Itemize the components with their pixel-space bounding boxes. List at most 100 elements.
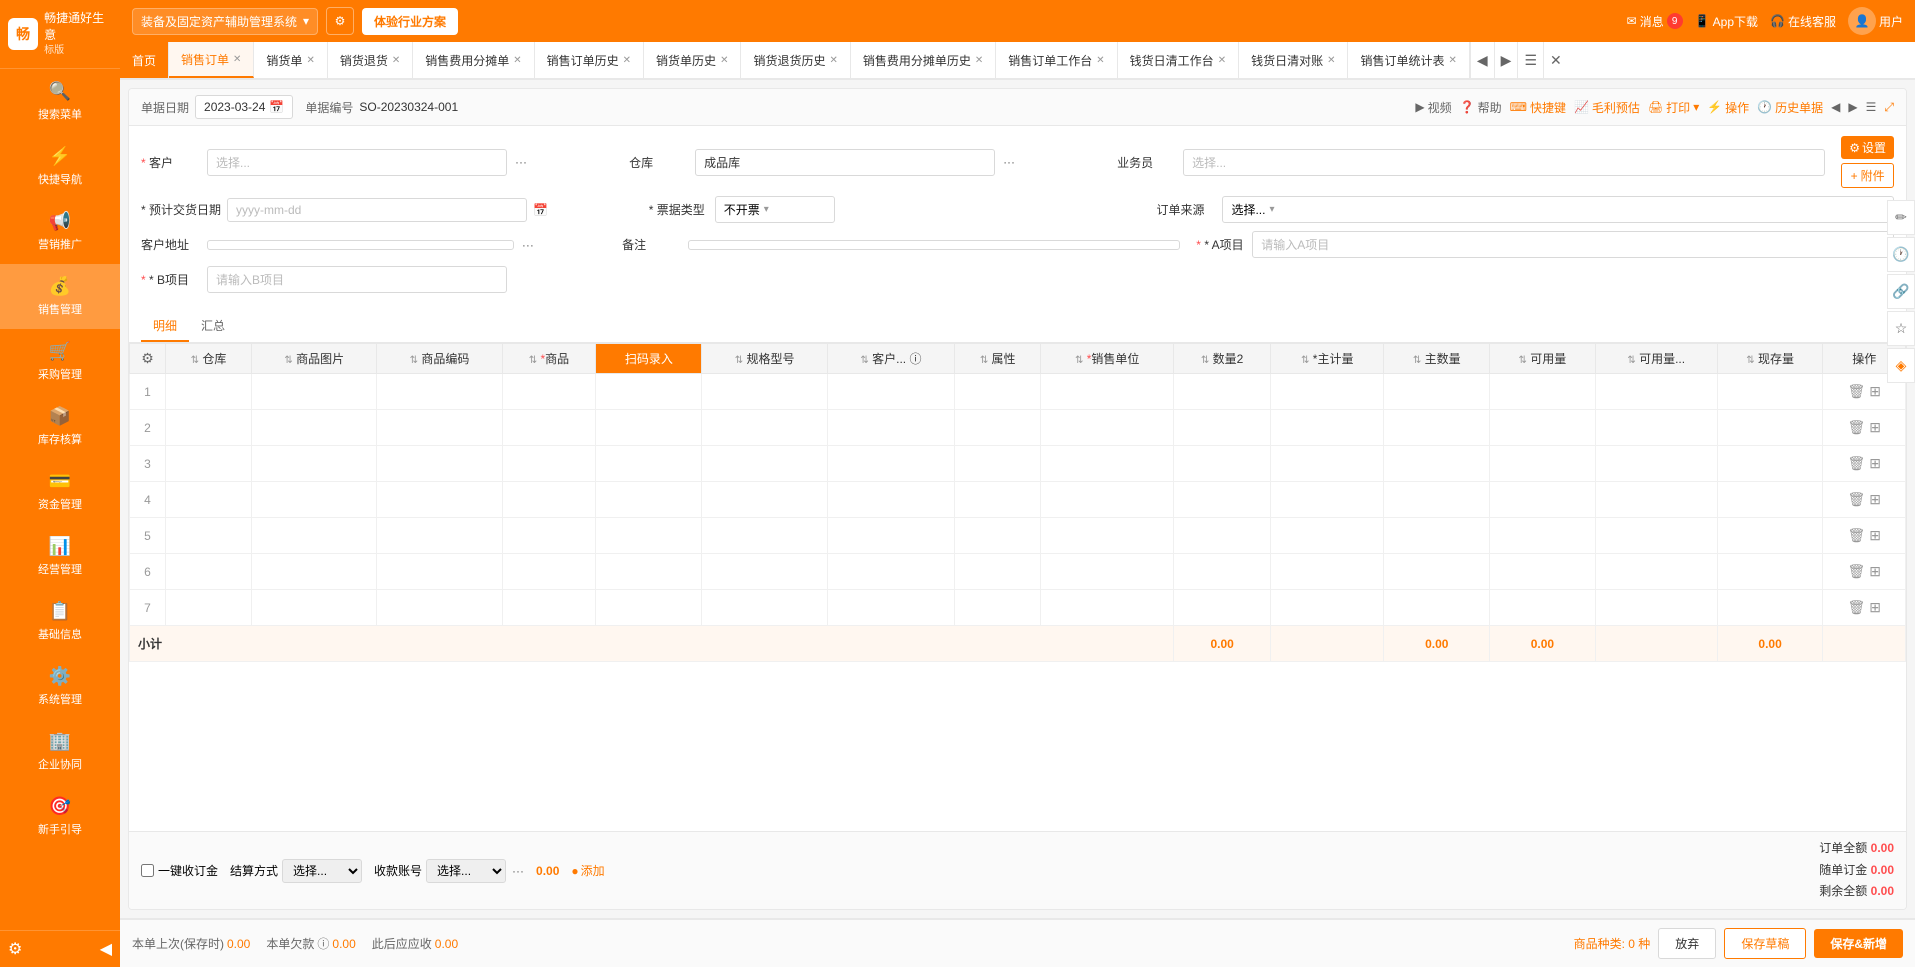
- row-sales-unit-1[interactable]: [1041, 374, 1174, 410]
- tab-sales-return-goods-history[interactable]: 销货退货历史 ✕: [741, 42, 850, 78]
- row-qty2-2[interactable]: [1174, 410, 1271, 446]
- row-code-1[interactable]: [377, 374, 502, 410]
- row-spec-1[interactable]: [702, 374, 827, 410]
- date-picker[interactable]: 2023-03-24 📅: [195, 95, 293, 119]
- print-btn[interactable]: 🖨 打印 ▾: [1648, 99, 1699, 116]
- row-warehouse-2[interactable]: [166, 410, 252, 446]
- row-spec-2[interactable]: [702, 410, 827, 446]
- row-delete-btn-2[interactable]: 🗑: [1847, 419, 1865, 436]
- help-btn[interactable]: ❓ 帮助: [1460, 99, 1502, 116]
- tab-home[interactable]: 首页: [120, 42, 169, 78]
- one-key-deposit-checkbox[interactable]: 一键收订金: [141, 862, 218, 879]
- app-download-btn[interactable]: 📱 App下载: [1695, 13, 1758, 30]
- delivery-date-input[interactable]: yyyy-mm-dd: [227, 198, 527, 222]
- product-image-sort-icon[interactable]: ⇅: [284, 355, 292, 366]
- row-copy-btn-3[interactable]: ⊞: [1869, 455, 1881, 472]
- notes-input[interactable]: [688, 240, 1180, 250]
- sidebar-item-enterprise[interactable]: 🏢 企业协同: [0, 719, 120, 784]
- sidebar-item-system[interactable]: ⚙️ 系统管理: [0, 654, 120, 719]
- tab-sales-fee-split-history[interactable]: 销售费用分摊单历史 ✕: [851, 42, 996, 78]
- tab-sales-order-stats[interactable]: 销售订单统计表 ✕: [1348, 42, 1469, 78]
- profit-btn[interactable]: 📈 毛利预估: [1574, 99, 1640, 116]
- tab-sales-order-workbench[interactable]: 销售订单工作台 ✕: [996, 42, 1117, 78]
- customer-input[interactable]: 选择...: [207, 149, 507, 176]
- save-draft-btn[interactable]: 保存草稿: [1724, 928, 1806, 959]
- online-service-btn[interactable]: 🎧 在线客服: [1770, 13, 1836, 30]
- tab-close-sales-order-history[interactable]: ✕: [623, 55, 631, 66]
- warehouse-sort-icon[interactable]: ⇅: [191, 355, 199, 366]
- sidebar-item-sales[interactable]: 💰 销售管理: [0, 264, 120, 329]
- operation-btn[interactable]: ⚡ 操作: [1707, 99, 1749, 116]
- page-prev-btn[interactable]: ◀: [1831, 100, 1840, 114]
- sidebar-item-marketing[interactable]: 📢 营销推广: [0, 199, 120, 264]
- system-settings-btn[interactable]: ⚙: [326, 7, 354, 35]
- current-stock-sort-icon[interactable]: ⇅: [1746, 355, 1754, 366]
- b-project-input[interactable]: 请输入B项目: [207, 266, 507, 293]
- row-delete-btn-5[interactable]: 🗑: [1847, 527, 1865, 544]
- tabs-prev-btn[interactable]: ◀: [1470, 42, 1494, 78]
- sidebar-item-purchase[interactable]: 🛒 采购管理: [0, 329, 120, 394]
- warehouse-input[interactable]: 成品库: [695, 149, 995, 176]
- sidebar-item-operations[interactable]: 📊 经营管理: [0, 524, 120, 589]
- sidebar-collapse-btn[interactable]: ◀: [100, 939, 112, 959]
- tab-receivable-clear-account[interactable]: 钱货日清对账 ✕: [1239, 42, 1348, 78]
- row-copy-btn-7[interactable]: ⊞: [1869, 599, 1881, 616]
- save-new-btn[interactable]: 保存&新增: [1814, 929, 1903, 958]
- sidebar-settings-btn[interactable]: ⚙: [8, 939, 22, 959]
- row-product-2[interactable]: [502, 410, 596, 446]
- row-customer-order-1[interactable]: [827, 374, 954, 410]
- invoice-type-select[interactable]: 不开票 ▾: [715, 196, 835, 223]
- order-source-select[interactable]: 选择... ▾: [1222, 196, 1894, 223]
- tab-close-sales-order-workbench[interactable]: ✕: [1096, 55, 1104, 66]
- row-product-1[interactable]: [502, 374, 596, 410]
- row-current-stock-2[interactable]: [1717, 410, 1823, 446]
- qty2-sort-icon[interactable]: ⇅: [1201, 355, 1209, 366]
- row-customer-order-2[interactable]: [827, 410, 954, 446]
- customer-order-sort-icon[interactable]: ⇅: [860, 355, 868, 366]
- bank-account-select[interactable]: 选择...: [426, 859, 506, 883]
- row-code-2[interactable]: [377, 410, 502, 446]
- sidebar-item-newbie[interactable]: 🎯 新手引导: [0, 784, 120, 849]
- history-btn[interactable]: 🕐 历史单据: [1757, 99, 1823, 116]
- message-btn[interactable]: ✉ 消息 9: [1627, 13, 1683, 30]
- row-main-qty-1[interactable]: [1384, 374, 1490, 410]
- user-btn[interactable]: 👤 用户: [1848, 7, 1903, 35]
- page-next-btn[interactable]: ▶: [1848, 100, 1857, 114]
- float-edit-btn[interactable]: ✏: [1887, 200, 1915, 235]
- product-code-sort-icon[interactable]: ⇅: [410, 355, 418, 366]
- delivery-calendar-icon[interactable]: 📅: [533, 203, 548, 217]
- row-scan-2[interactable]: [596, 410, 702, 446]
- row-copy-btn-4[interactable]: ⊞: [1869, 491, 1881, 508]
- float-star-btn[interactable]: ☆: [1887, 311, 1915, 346]
- system-selector[interactable]: 装备及固定资产辅助管理系统 ▾: [132, 8, 318, 35]
- product-sort-icon[interactable]: ⇅: [529, 355, 537, 366]
- row-main-unit-1[interactable]: [1271, 374, 1384, 410]
- tab-close-sales-return-goods[interactable]: ✕: [392, 55, 400, 66]
- view-btn[interactable]: ▶ 视频: [1415, 99, 1451, 116]
- tab-sales-return-history[interactable]: 销货单历史 ✕: [644, 42, 741, 78]
- attach-action-btn[interactable]: + 附件: [1841, 163, 1894, 188]
- tab-sales-return[interactable]: 销货单 ✕: [254, 42, 327, 78]
- available-qty-sort-icon[interactable]: ⇅: [1519, 355, 1527, 366]
- attribute-sort-icon[interactable]: ⇅: [980, 355, 988, 366]
- tabs-menu-btn[interactable]: ☰: [1517, 42, 1543, 78]
- expand-btn[interactable]: ⤢: [1884, 100, 1894, 115]
- row-delete-btn-1[interactable]: 🗑: [1847, 383, 1865, 400]
- add-deposit-btn[interactable]: ● 添加: [571, 862, 604, 879]
- row-delete-btn-3[interactable]: 🗑: [1847, 455, 1865, 472]
- bank-account-ellipsis[interactable]: ···: [512, 864, 524, 878]
- row-delete-btn-6[interactable]: 🗑: [1847, 563, 1865, 580]
- tab-sales-order[interactable]: 销售订单 ✕: [169, 42, 254, 78]
- row-copy-btn-6[interactable]: ⊞: [1869, 563, 1881, 580]
- address-ellipsis[interactable]: ···: [522, 238, 534, 252]
- sidebar-item-quick-nav[interactable]: ⚡ 快捷导航: [0, 134, 120, 199]
- float-link-btn[interactable]: 🔗: [1887, 274, 1915, 309]
- sidebar-item-inventory[interactable]: 📦 库存核算: [0, 394, 120, 459]
- row-attribute-1[interactable]: [955, 374, 1041, 410]
- tab-close-sales-fee-split-history[interactable]: ✕: [975, 55, 983, 66]
- tab-receivable-clear-workbench[interactable]: 钱货日清工作台 ✕: [1118, 42, 1239, 78]
- warehouse-ellipsis[interactable]: ···: [1003, 155, 1015, 169]
- column-settings-icon[interactable]: ⚙: [141, 350, 154, 366]
- shortcut-btn[interactable]: ⌨ 快捷键: [1510, 99, 1566, 116]
- tabs-close-all-btn[interactable]: ✕: [1543, 42, 1568, 78]
